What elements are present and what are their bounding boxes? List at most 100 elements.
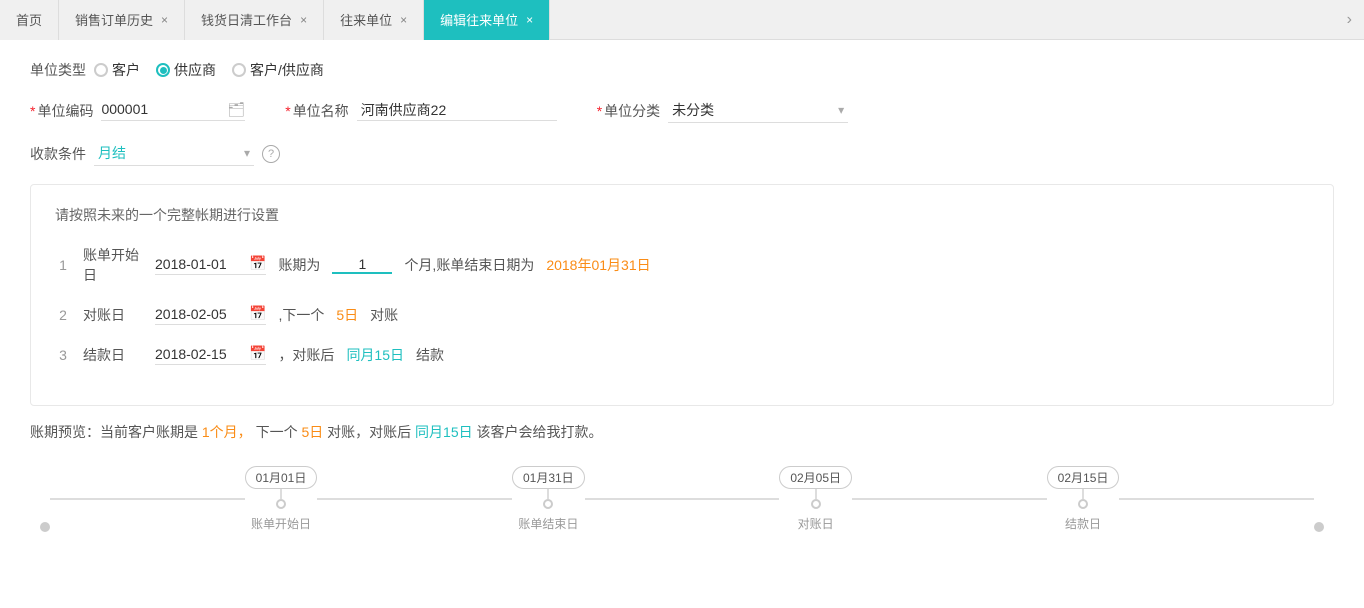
unit-code-label: 单位编码 [37,101,93,121]
timeline-line-2 [317,498,512,500]
tab-sales-history[interactable]: 销售订单历史 × [59,0,185,40]
row-label-1: 账单开始日 [83,245,143,285]
settings-box: 请按照未来的一个完整帐期进行设置 1 账单开始日 📅 账期为 个月,账单结束日期… [30,184,1334,406]
unit-name-label: 单位名称 [293,101,349,121]
radio-customer-label: 客户 [112,60,140,80]
row-num-3: 3 [55,347,71,363]
timeline-label-4: 结款日 [1065,515,1101,532]
payment-highlight: 同月15日 [346,345,404,365]
radio-supplier-label: 供应商 [174,60,216,80]
tab-cash-workbench[interactable]: 钱货日清工作台 × [185,0,324,40]
reconcile-date-input[interactable] [155,306,245,322]
timeline-stem-3 [815,489,817,499]
timeline-stem-1 [280,489,282,499]
unit-type-row: 单位类型 客户 供应商 客户/供应商 [30,60,1334,80]
payment-desc-prefix: ，对账后 [278,345,334,365]
timeline-line-3 [585,498,780,500]
payment-terms-label: 收款条件 [30,144,86,164]
payment-desc-suffix: 结款 [416,345,444,365]
unit-category-label: 单位分类 [604,101,660,121]
radio-customer[interactable]: 客户 [94,60,140,80]
radio-supplier[interactable]: 供应商 [156,60,216,80]
unit-code-star: * [30,103,35,119]
timeline-tag-1: 01月01日 [245,466,318,489]
timeline-end-dot [1314,522,1324,532]
unit-info-row: * 单位编码 🗂 * 单位名称 * 单位分类 未分类 ▾ [30,98,1334,123]
close-cash-workbench[interactable]: × [300,13,307,27]
payment-terms-arrow: ▾ [244,146,250,160]
tab-home[interactable]: 首页 [0,0,59,40]
tab-edit-partner[interactable]: 编辑往来单位 × [424,0,550,40]
unit-category-star: * [597,103,602,119]
radio-both-label: 客户/供应商 [250,60,324,80]
unit-name-group: * 单位名称 [285,100,556,121]
timeline-tag-3: 02月05日 [779,466,852,489]
timeline-tag-2: 01月31日 [512,466,585,489]
unit-type-label: 单位类型 [30,60,86,80]
payment-terms-help[interactable]: ? [262,145,280,163]
timeline-end-dot-wrapper [1314,522,1324,532]
close-partner-units[interactable]: × [400,13,407,27]
preview-highlight3: 同月15日 [415,424,473,440]
unit-category-group: * 单位分类 未分类 ▾ [597,98,848,123]
unit-category-arrow: ▾ [838,103,844,117]
timeline-node-1: 01月01日 账单开始日 [245,466,318,532]
setting-row-1: 1 账单开始日 📅 账期为 个月,账单结束日期为 2018年01月31日 [55,245,1309,285]
unit-type-radio-group: 客户 供应商 客户/供应商 [94,60,324,80]
unit-code-input[interactable] [101,101,221,117]
start-date-cal-icon[interactable]: 📅 [249,255,266,272]
payment-date-input-group: 📅 [155,345,266,365]
timeline-stem-4 [1082,489,1084,499]
tab-overflow-chevron[interactable]: › [1335,11,1364,29]
start-date-input-group: 📅 [155,255,266,275]
preview-highlight2: 5日 [301,424,323,440]
tab-partner-units[interactable]: 往来单位 × [324,0,424,40]
close-edit-partner[interactable]: × [526,13,533,27]
start-date-input[interactable] [155,256,245,272]
preview-mid2: 对账，对账后 [327,424,411,440]
reconcile-date-cal-icon[interactable]: 📅 [249,305,266,322]
period-end-date: 2018年01月31日 [546,255,650,275]
setting-row-2: 2 对账日 📅 ,下一个 5日 对账 [55,305,1309,325]
timeline-node-2: 01月31日 账单结束日 [512,466,585,532]
setting-row-3: 3 结款日 📅 ，对账后 同月15日 结款 [55,345,1309,365]
timeline-line-5 [1119,498,1314,500]
payment-terms-row: 收款条件 月结 ▾ ? [30,141,1334,166]
payment-terms-value: 月结 [98,143,236,163]
row-num-2: 2 [55,307,71,323]
period-unit-text: 个月,账单结束日期为 [404,255,534,275]
timeline-start-dot [40,522,50,532]
timeline-line-4 [852,498,1047,500]
unit-name-input[interactable] [357,100,557,121]
unit-code-group: * 单位编码 🗂 [30,101,245,121]
timeline-node-3: 02月05日 对账日 [779,466,852,532]
period-value-input[interactable] [332,256,392,274]
payment-date-cal-icon[interactable]: 📅 [249,345,266,362]
period-label: 账期为 [278,255,320,275]
tab-bar: 首页 销售订单历史 × 钱货日清工作台 × 往来单位 × 编辑往来单位 × › [0,0,1364,40]
close-sales-history[interactable]: × [161,13,168,27]
unit-type-group: 单位类型 客户 供应商 客户/供应商 [30,60,324,80]
row-label-3: 结款日 [83,345,143,365]
preview-prefix: 账期预览：当前客户账期是 [30,424,198,440]
radio-customer-circle [94,63,108,77]
preview-highlight1: 1个月， [202,424,252,440]
unit-category-dropdown[interactable]: 未分类 ▾ [668,98,848,123]
main-content: 单位类型 客户 供应商 客户/供应商 * 单位编码 [0,40,1364,608]
timeline-start-dot-wrapper [40,522,50,532]
radio-both[interactable]: 客户/供应商 [232,60,324,80]
payment-terms-dropdown[interactable]: 月结 ▾ [94,141,254,166]
timeline-dot-3 [811,499,821,509]
preview-suffix: 该客户会给我打款。 [477,424,603,440]
row-label-2: 对账日 [83,305,143,325]
timeline-dot-1 [276,499,286,509]
timeline-node-4: 02月15日 结款日 [1047,466,1120,532]
timeline-dot-4 [1078,499,1088,509]
timeline-line-1 [50,498,245,500]
unit-name-star: * [285,103,290,119]
payment-date-input[interactable] [155,346,245,362]
unit-code-icon[interactable]: 🗂 [227,101,245,118]
timeline-label-1: 账单开始日 [251,515,311,532]
timeline-tag-4: 02月15日 [1047,466,1120,489]
reconcile-highlight: 5日 [336,305,358,325]
